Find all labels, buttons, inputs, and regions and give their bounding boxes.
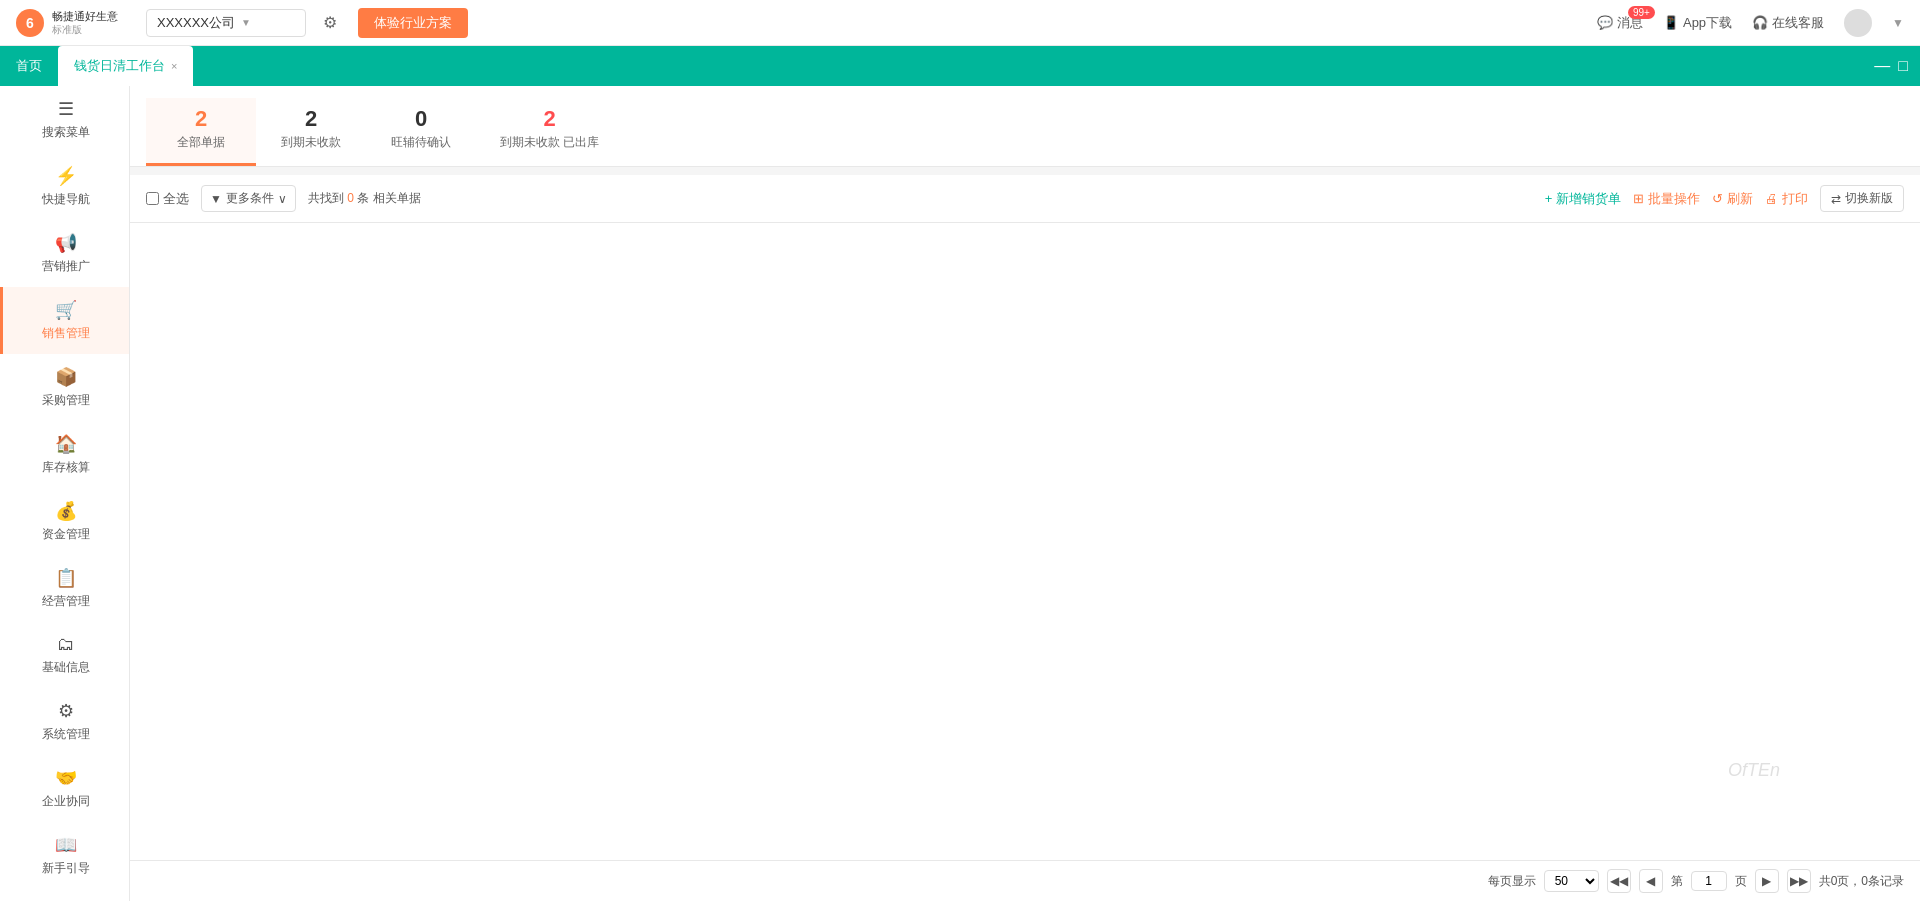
enterprise-icon: 🤝 [55,767,77,789]
nav-tabs-right: — □ [1874,57,1920,75]
quick-nav-icon: ⚡ [55,165,77,187]
message-badge: 99+ [1628,6,1655,19]
sidebar: ☰ 搜索菜单 ⚡ 快捷导航 📢 营销推广 🛒 销售管理 📦 采购管理 🏠 库存核… [0,86,130,901]
first-page-button[interactable]: ◀◀ [1607,869,1631,893]
basic-info-icon: 🗂 [57,634,75,655]
close-tab-icon[interactable]: × [171,60,177,72]
system-icon: ⚙ [58,700,74,722]
sidebar-item-inventory[interactable]: 🏠 库存核算 [0,421,129,488]
sidebar-item-enterprise[interactable]: 🤝 企业协同 [0,755,129,822]
pagination: 每页显示 50 10 20 100 ◀◀ ◀ 第 页 ▶ ▶▶ 共0页，0条记录 [130,860,1920,901]
avatar[interactable] [1844,9,1872,37]
inventory-icon: 🏠 [55,433,77,455]
toolbar: 全选 ▼ 更多条件 ∨ 共找到 0 条 相关单据 + 新增销货单 ⊞ 批量操作 [130,175,1920,223]
user-name: ▼ [1892,16,1904,30]
sidebar-item-quick-nav[interactable]: ⚡ 快捷导航 [0,153,129,220]
tab-home[interactable]: 首页 [0,46,58,86]
header-right: 💬 消息 99+ 📱 App下载 🎧 在线客服 ▼ [1597,9,1904,37]
select-all-checkbox[interactable]: 全选 [146,190,189,208]
guide-icon: 📖 [55,834,77,856]
top-header: 6 畅捷通好生意 标准版 XXXXXX公司 ▼ ⚙ 体验行业方案 💬 消息 99… [0,0,1920,46]
sidebar-item-guide[interactable]: 📖 新手引导 [0,822,129,889]
stat-tab-all[interactable]: 2 全部单据 [146,98,256,166]
last-page-button[interactable]: ▶▶ [1787,869,1811,893]
select-all-input[interactable] [146,192,159,205]
marketing-icon: 📢 [55,232,77,254]
refresh-button[interactable]: ↺ 刷新 [1712,190,1753,208]
finance-icon: 💰 [55,500,77,522]
add-sales-order-button[interactable]: + 新增销货单 [1545,190,1621,208]
tab-active[interactable]: 钱货日清工作台 × [58,46,193,86]
sidebar-item-operations[interactable]: 📋 经营管理 [0,555,129,622]
content-area: 2 全部单据 2 到期未收款 0 旺辅待确认 2 到期未收款 已出库 全选 [130,86,1920,901]
purchase-icon: 📦 [55,366,77,388]
logo-area: 6 畅捷通好生意 标准版 [16,9,146,37]
sidebar-item-finance[interactable]: 💰 资金管理 [0,488,129,555]
service-icon: 🎧 [1752,15,1768,30]
switch-icon: ⇄ [1831,192,1841,206]
maximize-icon[interactable]: □ [1898,57,1908,75]
minimize-icon[interactable]: — [1874,57,1890,75]
prev-page-button[interactable]: ◀ [1639,869,1663,893]
message-button[interactable]: 💬 消息 99+ [1597,14,1643,32]
message-icon: 💬 [1597,15,1613,30]
stat-tab-wangfu[interactable]: 0 旺辅待确认 [366,98,476,166]
sidebar-item-system[interactable]: ⚙ 系统管理 [0,688,129,755]
filter-arrow-icon: ∨ [278,192,287,206]
sales-icon: 🛒 [55,299,77,321]
main-layout: ☰ 搜索菜单 ⚡ 快捷导航 📢 营销推广 🛒 销售管理 📦 采购管理 🏠 库存核… [0,86,1920,901]
toolbar-right: + 新增销货单 ⊞ 批量操作 ↺ 刷新 🖨 打印 ⇄ 切换新版 [1545,185,1904,212]
search-icon: ☰ [58,98,74,120]
experience-button[interactable]: 体验行业方案 [358,8,468,38]
operations-icon: 📋 [55,567,77,589]
total-records: 共0页，0条记录 [1819,873,1904,890]
batch-icon: ⊞ [1633,191,1644,206]
next-page-button[interactable]: ▶ [1755,869,1779,893]
sidebar-item-purchase[interactable]: 📦 采购管理 [0,354,129,421]
stat-tab-overdue-shipped[interactable]: 2 到期未收款 已出库 [476,98,623,166]
stat-tab-overdue[interactable]: 2 到期未收款 [256,98,366,166]
sidebar-item-search[interactable]: ☰ 搜索菜单 [0,86,129,153]
download-icon: 📱 [1663,15,1679,30]
chevron-down-icon: ▼ [241,17,251,28]
company-selector[interactable]: XXXXXX公司 ▼ [146,9,306,37]
app-download-button[interactable]: 📱 App下载 [1663,14,1732,32]
page-size-select[interactable]: 50 10 20 100 [1544,870,1599,892]
refresh-icon: ↺ [1712,191,1723,206]
logo-text: 畅捷通好生意 标准版 [52,9,118,36]
logo-icon: 6 [16,9,44,37]
sidebar-item-app-center[interactable]: 🏪 应用中心 [0,889,129,901]
found-text: 共找到 0 条 相关单据 [308,190,421,207]
sidebar-item-sales[interactable]: 🛒 销售管理 [0,287,129,354]
page-number-input[interactable] [1691,871,1727,891]
batch-operation-button[interactable]: ⊞ 批量操作 [1633,190,1700,208]
switch-version-button[interactable]: ⇄ 切换新版 [1820,185,1904,212]
sidebar-item-basic-info[interactable]: 🗂 基础信息 [0,622,129,688]
data-table-area [130,223,1920,860]
online-service-button[interactable]: 🎧 在线客服 [1752,14,1824,32]
settings-icon[interactable]: ⚙ [314,7,346,39]
print-button[interactable]: 🖨 打印 [1765,190,1808,208]
sidebar-item-marketing[interactable]: 📢 营销推广 [0,220,129,287]
filter-button[interactable]: ▼ 更多条件 ∨ [201,185,296,212]
stats-tabs: 2 全部单据 2 到期未收款 0 旺辅待确认 2 到期未收款 已出库 [130,86,1920,167]
print-icon: 🖨 [1765,191,1778,206]
filter-icon: ▼ [210,192,222,206]
nav-tabs: 首页 钱货日清工作台 × — □ [0,46,1920,86]
